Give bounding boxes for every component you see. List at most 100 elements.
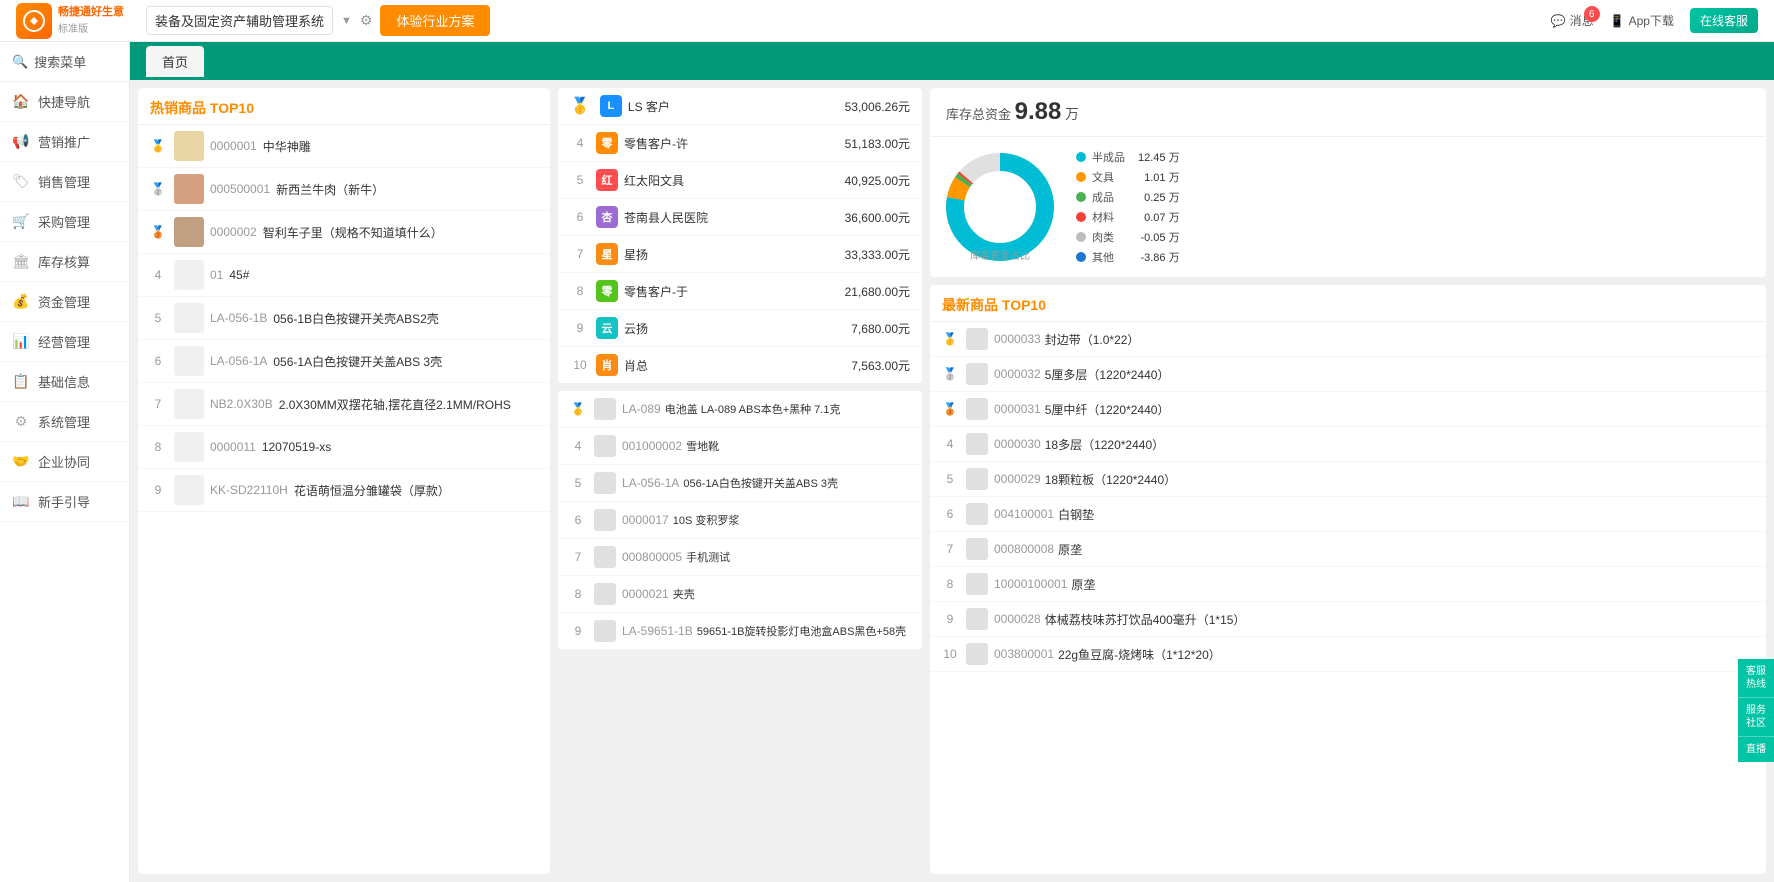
list-item: 5 LA-056-1B 056-1B白色按键开关壳ABS2壳 — [138, 297, 550, 340]
sidebar-item-marketing[interactable]: 📢 营销推广 — [0, 122, 129, 162]
sidebar-item-sales[interactable]: 🏷 销售管理 — [0, 162, 129, 202]
avatar: L — [600, 95, 622, 117]
list-item: 6 杏 苍南县人民医院 36,600.00元 — [558, 199, 922, 236]
service-community-btn[interactable]: 服务 社区 — [1738, 698, 1774, 737]
sidebar-item-guide[interactable]: 📖 新手引导 — [0, 482, 129, 522]
ts-image — [594, 620, 616, 642]
float-buttons: 客服 热线 服务 社区 直播 — [1738, 659, 1774, 762]
dropdown-icon[interactable]: ▼ — [341, 15, 352, 27]
legend-dot — [1076, 212, 1086, 222]
inventory-icon: 🏛 — [12, 253, 30, 271]
sales-icon: 🏷 — [12, 173, 30, 191]
hot-products-title: 热销商品 TOP10 — [138, 88, 550, 125]
sidebar-item-inventory[interactable]: 🏛 库存核算 — [0, 242, 129, 282]
ts-image — [594, 509, 616, 531]
list-item: 🥉 0000031 5厘中纤（1220*2440） — [930, 392, 1766, 427]
list-item: 8 零 零售客户-于 21,680.00元 — [558, 273, 922, 310]
inventory-legend: 半成品 12.45 万 文具 1.01 万 成品 0 — [1076, 149, 1180, 265]
left-panel: 热销商品 TOP10 🥇 0000001 中华神雕 🥈 000500001 新西… — [130, 80, 550, 882]
list-item: 4 01 45# — [138, 254, 550, 297]
product-image — [174, 346, 204, 376]
list-item: 6 004100001 白钢垫 — [930, 497, 1766, 532]
new-products-panel: 最新商品 TOP10 🥇 0000033 封边带（1.0*22） 🥈 00000… — [930, 285, 1766, 874]
list-item: 🥉 0000002 智利车子里（规格不知道填什么） — [138, 211, 550, 254]
np-image — [966, 398, 988, 420]
np-image — [966, 468, 988, 490]
list-item: 🥇 L LS 客户 53,006.26元 — [558, 88, 922, 125]
np-image — [966, 573, 988, 595]
list-item: 4 零 零售客户-许 51,183.00元 — [558, 125, 922, 162]
avatar: 红 — [596, 169, 618, 191]
sidebar-item-basic-info[interactable]: 📋 基础信息 — [0, 362, 129, 402]
tab-bar: 首页 — [130, 42, 1774, 80]
list-item: 🥈 0000032 5厘多层（1220*2440） — [930, 357, 1766, 392]
product-image — [174, 432, 204, 462]
list-item: 6 LA-056-1A 056-1A白色按键开关盖ABS 3壳 — [138, 340, 550, 383]
list-item: 4 001000002 雪地靴 — [558, 428, 922, 465]
list-item: 9 0000028 体械荔枝味苏打饮品400毫升（1*15） — [930, 602, 1766, 637]
avatar: 零 — [596, 280, 618, 302]
topbar-center: 装备及固定资产辅助管理系统 ▼ ⚙ 体验行业方案 — [146, 5, 1551, 36]
ts-image — [594, 583, 616, 605]
live-stream-btn[interactable]: 直播 — [1738, 737, 1774, 762]
sidebar-item-system[interactable]: ⚙ 系统管理 — [0, 402, 129, 442]
trial-button[interactable]: 体验行业方案 — [380, 5, 490, 36]
list-item: 5 0000029 18颗粒板（1220*2440） — [930, 462, 1766, 497]
product-image — [174, 174, 204, 204]
legend-item: 其他 -3.86 万 — [1076, 249, 1180, 265]
notification-btn[interactable]: 💬 消息 6 — [1551, 12, 1594, 29]
list-item: 🥇 0000001 中华神雕 — [138, 125, 550, 168]
list-item: 10 003800001 22g鱼豆腐-烧烤味（1*12*20） — [930, 637, 1766, 672]
legend-item: 成品 0.25 万 — [1076, 189, 1180, 205]
inventory-header: 库存总资金 9.88 万 — [930, 88, 1766, 137]
donut-chart: 库存资金占比 — [940, 147, 1060, 267]
operations-icon: 📊 — [12, 333, 30, 351]
list-item: 7 星 星扬 33,333.00元 — [558, 236, 922, 273]
app-download-btn[interactable]: 📱 App下载 — [1610, 12, 1674, 29]
finance-icon: 💰 — [12, 293, 30, 311]
sidebar-item-quick-nav[interactable]: 🏠 快捷导航 — [0, 82, 129, 122]
online-service-btn[interactable]: 在线客服 — [1690, 8, 1758, 33]
avatar: 星 — [596, 243, 618, 265]
logo-sub: 标准版 — [58, 20, 124, 35]
sidebar-item-operations[interactable]: 📊 经营管理 — [0, 322, 129, 362]
product-image — [174, 217, 204, 247]
list-item: 5 红 红太阳文具 40,925.00元 — [558, 162, 922, 199]
legend-item: 材料 0.07 万 — [1076, 209, 1180, 225]
sidebar-item-purchase[interactable]: 🛒 采购管理 — [0, 202, 129, 242]
logo-icon — [16, 3, 52, 39]
list-item: 7 NB2.0X30B 2.0X30MM双摆花轴,摆花直径2.1MM/ROHS — [138, 383, 550, 426]
inventory-panel: 库存总资金 9.88 万 — [930, 88, 1766, 277]
list-item: 9 云 云扬 7,680.00元 — [558, 310, 922, 347]
legend-dot — [1076, 232, 1086, 242]
list-item: 6 0000017 10S 变积罗浆 — [558, 502, 922, 539]
system-name: 装备及固定资产辅助管理系统 — [146, 6, 333, 35]
customer-service-btn[interactable]: 客服 热线 — [1738, 659, 1774, 698]
product-image — [174, 389, 204, 419]
list-item: 10 肖 肖总 7,563.00元 — [558, 347, 922, 383]
list-item: 7 000800008 原垄 — [930, 532, 1766, 567]
legend-dot — [1076, 152, 1086, 162]
gear-icon[interactable]: ⚙ — [360, 12, 373, 29]
list-item: 8 0000011 12070519-xs — [138, 426, 550, 469]
search-icon: 🔍 — [12, 54, 28, 70]
list-item: 9 KK-SD22110H 花语萌恒温分雏罐袋（厚款） — [138, 469, 550, 512]
np-image — [966, 643, 988, 665]
donut-label: 库存资金占比 — [970, 247, 1030, 262]
np-image — [966, 538, 988, 560]
legend-dot — [1076, 252, 1086, 262]
sidebar-item-finance[interactable]: 💰 资金管理 — [0, 282, 129, 322]
sidebar-item-enterprise[interactable]: 🤝 企业协同 — [0, 442, 129, 482]
tab-home[interactable]: 首页 — [146, 46, 204, 77]
dashboard: 热销商品 TOP10 🥇 0000001 中华神雕 🥈 000500001 新西… — [130, 80, 1774, 882]
np-image — [966, 503, 988, 525]
list-item: 8 0000021 夹壳 — [558, 576, 922, 613]
search-menu[interactable]: 🔍 搜索菜单 — [0, 42, 129, 82]
list-item: 7 000800005 手机测试 — [558, 539, 922, 576]
mid-panel: 🥇 L LS 客户 53,006.26元 4 零 零售客户-许 51,183.0… — [550, 80, 930, 882]
avatar: 零 — [596, 132, 618, 154]
main-layout: 🔍 搜索菜单 🏠 快捷导航 📢 营销推广 🏷 销售管理 🛒 采购管理 🏛 库存核… — [0, 42, 1774, 882]
new-products-title: 最新商品 TOP10 — [930, 285, 1766, 322]
logo: 畅捷通好生意 标准版 — [16, 3, 146, 39]
hot-products-panel: 热销商品 TOP10 🥇 0000001 中华神雕 🥈 000500001 新西… — [138, 88, 550, 874]
